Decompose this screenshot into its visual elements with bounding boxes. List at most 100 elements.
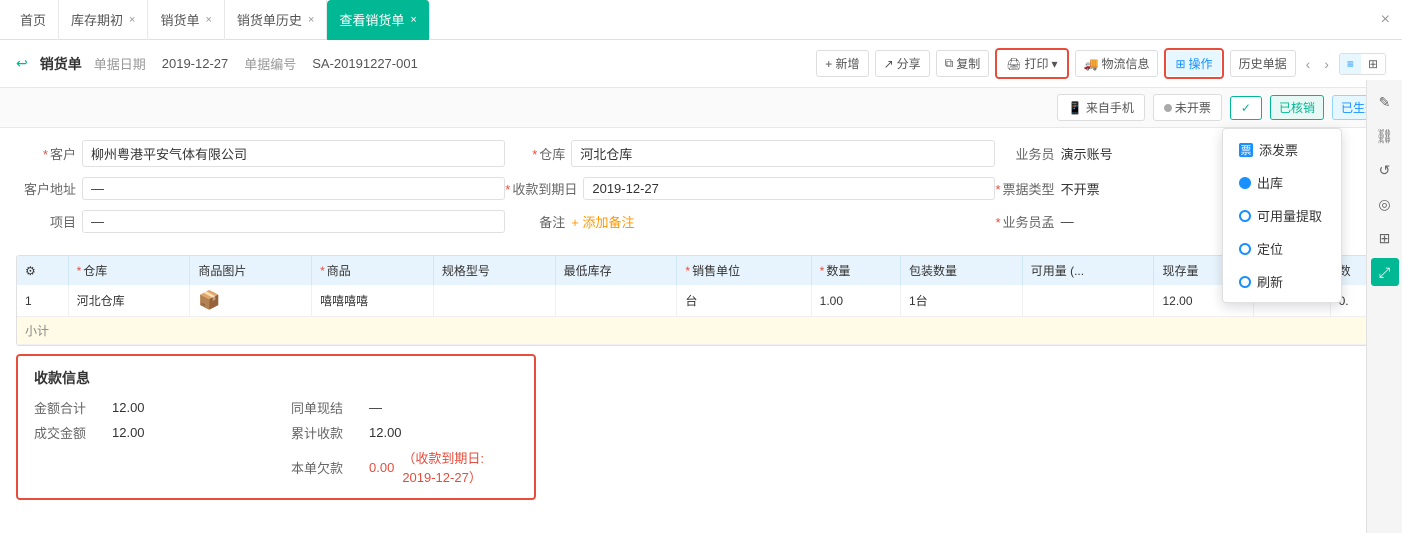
total-amount-value: 12.00 [112,400,145,415]
not-opened-button[interactable]: 未开票 [1153,94,1222,121]
summary-grid: 金额合计 12.00 同单现结 — 成交金额 12.00 累计收款 12.00 … [34,398,518,486]
nav-next[interactable]: › [1320,54,1333,74]
sales-order-icon: ↩ [16,55,28,72]
col-spec: 规格型号 [433,256,555,285]
cancelled-tag: 已核销 [1270,95,1324,120]
main-content: ↩ 销货单 单据日期 2019-12-27 单据编号 SA-20191227-0… [0,40,1402,533]
logistics-icon: 🚚 [1084,57,1099,71]
form-group-customer: 客户 柳州粤港平安气体有限公司 [16,140,505,167]
col-available: 可用量 (... [1022,256,1154,285]
dropdown-add-invoice[interactable]: 票 添发票 [1223,133,1341,166]
right-sidebar: ✎ ⛓ ↺ ◎ ⊞ ⤢ [1366,80,1402,533]
form-row-3: 项目 — 备注 + 添加备注 业务员孟 — [16,210,1386,233]
tab-sales-history[interactable]: 销货单历史 × [225,0,327,40]
print-button-outline: 🖨 打印 ▾ [995,48,1068,79]
col-warehouse: 仓库 [68,256,190,285]
dropdown-available-qty[interactable]: 可用量提取 [1223,199,1341,232]
nav-prev[interactable]: ‹ [1302,54,1315,74]
col-product-img: 商品图片 [190,256,312,285]
col-product: 商品 [312,256,434,285]
copy-button[interactable]: ⧉ 复制 [936,50,990,77]
cell-min-stock [555,285,677,317]
tab-close-view[interactable]: × [410,14,416,26]
new-button[interactable]: + 新增 [816,50,868,77]
window-close-button[interactable]: × [1381,11,1390,29]
cell-product-img: 📦 [190,285,312,317]
operations-button-outline: ⊞ 操作 [1164,48,1223,79]
number-value: SA-20191227-001 [312,56,418,71]
tab-close-history[interactable]: × [308,14,314,26]
operations-dropdown: 票 添发票 出库 可用量提取 定位 刷新 [1222,128,1342,303]
settings-icon[interactable]: ⚙ [25,264,36,278]
sidebar-table-icon[interactable]: ⊞ [1371,224,1399,252]
tab-view-sales[interactable]: 查看销货单 × [327,0,429,40]
subtotal-row: 小计 [17,317,1385,345]
payment-due-value: 2019-12-27 [583,177,994,200]
dropdown-position[interactable]: 定位 [1223,232,1341,265]
form-group-project: 项目 — [16,210,505,233]
form-area: 客户 柳州粤港平安气体有限公司 仓库 河北仓库 业务员 演示账号 客户地址 — … [0,128,1402,255]
tab-close-inventory[interactable]: × [129,14,135,26]
form-group-payment-due: 收款到期日 2019-12-27 [505,177,994,200]
warehouse-value: 河北仓库 [571,140,994,167]
address-value: — [82,177,505,200]
transaction-label: 成交金额 [34,423,104,442]
confirm-button[interactable]: ✓ [1230,96,1262,120]
action-row: 📱 来自手机 未开票 ✓ 已核销 已生效 [0,88,1402,128]
add-note-button[interactable]: + 添加备注 [571,212,634,231]
form-group-address: 客户地址 — [16,177,505,200]
form-row-2: 客户地址 — 收款到期日 2019-12-27 票据类型 不开票 [16,177,1386,200]
doc-header: ↩ 销货单 单据日期 2019-12-27 单据编号 SA-20191227-0… [0,40,1402,88]
view-grid-btn[interactable]: ⊞ [1361,54,1385,74]
product-image: 📦 [198,290,220,310]
tab-inventory-start[interactable]: 库存期初 × [59,0,148,40]
invoice-value: 不开票 [1061,179,1100,198]
tab-sales-order[interactable]: 销货单 × [148,0,224,40]
operations-button[interactable]: ⊞ 操作 [1167,51,1220,76]
dropdown-refresh[interactable]: 刷新 [1223,265,1341,298]
print-icon: 🖨 [1006,57,1021,71]
staff-value: 演示账号 [1061,144,1113,163]
sidebar-rotate-icon[interactable]: ↺ [1371,156,1399,184]
logistics-button[interactable]: 🚚 物流信息 [1075,50,1159,77]
print-button[interactable]: 🖨 打印 ▾ [998,51,1065,76]
cumulative-value: 12.00 [369,425,402,440]
sidebar-user-icon[interactable]: ◎ [1371,190,1399,218]
balance-note: （收款到期日: 2019-12-27） [402,448,518,486]
total-amount-row: 金额合计 12.00 [34,398,261,417]
balance-value: 0.00 [369,460,394,475]
form-group-warehouse: 仓库 河北仓库 [505,140,994,167]
share-button[interactable]: ↗ 分享 [875,50,930,77]
cumulative-label: 累计收款 [291,423,361,442]
from-mobile-button[interactable]: 📱 来自手机 [1057,94,1145,121]
tab-home[interactable]: 首页 [8,0,59,40]
transaction-row: 成交金额 12.00 [34,423,261,442]
cell-package-qty: 1台 [900,285,1022,317]
sidebar-edit-icon[interactable]: ✎ [1371,88,1399,116]
subtotal-label: 小计 [17,317,1385,345]
operations-icon: ⊞ [1175,57,1185,71]
transaction-value: 12.00 [112,425,145,440]
due-date-inline: 2019-12-27 [402,470,469,485]
sidebar-expand-icon[interactable]: ⤢ [1371,258,1399,286]
same-order-label: 同单现结 [291,398,361,417]
form-row-1: 客户 柳州粤港平安气体有限公司 仓库 河北仓库 业务员 演示账号 [16,140,1386,167]
dropdown-ship[interactable]: 出库 [1223,166,1341,199]
number-label: 单据编号 [244,54,296,73]
sidebar-link-icon[interactable]: ⛓ [1371,122,1399,150]
col-min-stock: 最低库存 [555,256,677,285]
summary-title: 收款信息 [34,368,518,388]
cell-seq: 1 [17,285,68,317]
tab-close-sales[interactable]: × [205,14,211,26]
print-dropdown-arrow: ▾ [1051,57,1057,71]
cell-warehouse: 河北仓库 [68,285,190,317]
copy-icon: ⧉ [945,56,954,71]
cell-spec [433,285,555,317]
product-table-container: ⚙ 仓库 商品图片 商品 规格型号 最低库存 销售单位 数量 包装数量 可用量 … [16,255,1386,346]
invoice-label: 票据类型 [995,179,1055,198]
project-label: 项目 [16,212,76,231]
toolbar-right: + 新增 ↗ 分享 ⧉ 复制 🖨 打印 ▾ 🚚 物流信息 [816,48,1386,79]
doc-title: 销货单 [40,54,82,74]
view-list-btn[interactable]: ≡ [1340,54,1361,74]
history-button[interactable]: 历史单据 [1230,50,1296,77]
